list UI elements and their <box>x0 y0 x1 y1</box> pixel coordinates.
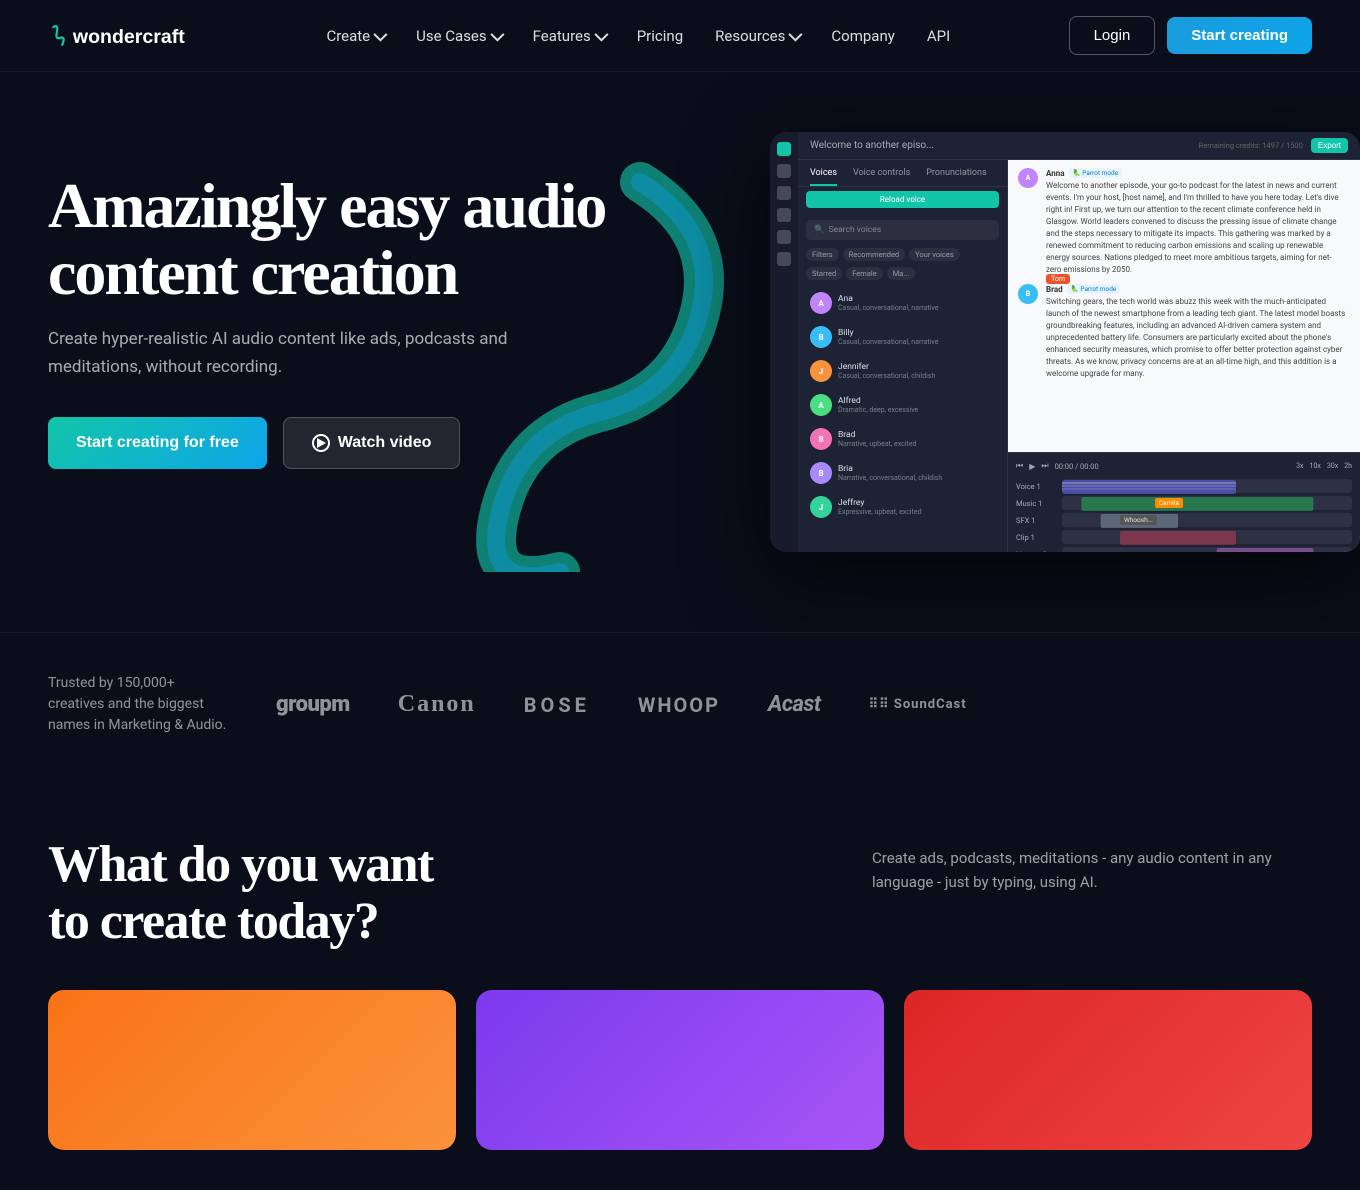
brand-acast: Acast <box>768 692 821 717</box>
brand-bose: BOSE <box>524 693 590 717</box>
voice-item-billy: B Billy Casual, conversational, narrativ… <box>802 321 1003 353</box>
brand-canon: Canon <box>398 691 476 718</box>
screenshot-export-button: Export <box>1311 138 1348 153</box>
hero-content: Amazingly easy audio content creation Cr… <box>48 152 728 469</box>
timeline: ⏮ ▶ ⏭ 00:00 / 00:00 3x 10x 30x 2h <box>1008 452 1360 552</box>
screenshot-topbar: Welcome to another episo... Remaining cr… <box>798 132 1360 160</box>
hero-section: Amazingly easy audio content creation Cr… <box>0 72 1360 632</box>
screenshot-search: 🔍 Search voices <box>806 220 999 240</box>
voice-avatar: B <box>810 462 832 484</box>
screenshot-main: Welcome to another episo... Remaining cr… <box>798 132 1360 552</box>
timeline-controls: ⏮ ▶ ⏭ 00:00 / 00:00 3x 10x 30x 2h <box>1016 457 1352 475</box>
voice-avatar: J <box>810 496 832 518</box>
app-screenshot: Welcome to another episo... Remaining cr… <box>770 132 1360 552</box>
login-button[interactable]: Login <box>1069 16 1156 55</box>
nav-api[interactable]: API <box>913 19 964 53</box>
camila-tag: Camila <box>1155 498 1183 508</box>
nav-features[interactable]: Features <box>519 19 619 53</box>
nav-create[interactable]: Create <box>312 19 398 53</box>
hero-title: Amazingly easy audio content creation <box>48 172 728 306</box>
nav-use-cases[interactable]: Use Cases <box>402 19 515 53</box>
speed-label: 3x <box>1296 462 1303 470</box>
hero-subtitle: Create hyper-realistic AI audio content … <box>48 326 568 380</box>
sfx-track: SFX 1 Whoosh... <box>1016 513 1352 527</box>
voice-item-jennifer: J Jennifer Casual, conversational, child… <box>802 355 1003 387</box>
nav-links: Create Use Cases Features Pricing Resour… <box>312 19 964 53</box>
voice-list-panel: Voices Voice controls Pronunciations Rel… <box>798 160 1008 552</box>
search-icon: 🔍 <box>814 225 825 235</box>
what-card-meditations[interactable] <box>904 990 1312 1150</box>
brand-soundcast: ⠿⠿ SoundCast <box>869 697 967 712</box>
editor-content: A Anna 🦜 Parrot mode Welcome to another … <box>1008 160 1360 452</box>
screenshot-tab-pronunciations: Pronunciations <box>926 164 986 186</box>
clip-track: Clip 1 <box>1016 530 1352 544</box>
what-cards <box>48 990 1312 1150</box>
timeline-tracks: Voice 1 <box>1016 479 1352 552</box>
brand-logos: groupm Canon BOSE WHOOP Acast ⠿⠿ SoundCa… <box>276 691 1312 718</box>
screenshot-body: Voices Voice controls Pronunciations Rel… <box>798 160 1360 552</box>
brand-groupm: groupm <box>276 692 350 717</box>
what-card-podcasts[interactable] <box>476 990 884 1150</box>
nav-pricing[interactable]: Pricing <box>623 19 697 53</box>
voice-item-brad: B Brad Narrative, upbeat, excited <box>802 423 1003 455</box>
what-section: What do you want to create today? Create… <box>0 776 1360 1190</box>
whoosh-tag: Whoosh... <box>1120 515 1157 525</box>
hero-buttons: Start creating for free Watch video <box>48 417 728 469</box>
play-icon <box>312 434 330 452</box>
trusted-text: Trusted by 150,000+ creatives and the bi… <box>48 673 228 736</box>
watch-video-button[interactable]: Watch video <box>283 417 461 469</box>
chevron-down-icon <box>490 27 504 41</box>
chevron-down-icon <box>789 27 803 41</box>
start-creating-nav-button[interactable]: Start creating <box>1167 17 1312 54</box>
play-triangle <box>317 438 326 448</box>
what-title: What do you want to create today? <box>48 836 433 950</box>
filter-chips-row2: Starred Female Ma... <box>798 267 1007 286</box>
nav-actions: Login Start creating <box>1069 16 1312 55</box>
voice-avatar: B <box>810 326 832 348</box>
chevron-down-icon <box>373 27 387 41</box>
screenshot-sidebar <box>770 132 798 552</box>
trusted-section: Trusted by 150,000+ creatives and the bi… <box>0 632 1360 776</box>
speed-label2: 10x <box>1310 462 1321 470</box>
brand-whoop: WHOOP <box>638 693 720 717</box>
voice-avatar: A <box>810 394 832 416</box>
speaker-avatar: A <box>1018 168 1038 188</box>
speaker-block-anna: A Anna 🦜 Parrot mode Welcome to another … <box>1018 168 1350 276</box>
speaker-block-brad: Tom B Brad 🦜 Parrot mode Switching gears… <box>1018 284 1350 380</box>
speaker-avatar: B <box>1018 284 1038 304</box>
speed-label3: 30x <box>1327 462 1338 470</box>
screenshot-reload-btn: Reload voice <box>806 191 999 208</box>
svg-text:wondercraft: wondercraft <box>72 26 185 48</box>
nav-company[interactable]: Company <box>817 19 908 53</box>
voice-avatar: A <box>810 292 832 314</box>
navbar: wondercraft Create Use Cases Features <box>0 0 1360 72</box>
voice-item-bria: B Bria Narrative, conversational, childi… <box>802 457 1003 489</box>
chevron-down-icon <box>594 27 608 41</box>
what-header: What do you want to create today? Create… <box>48 836 1312 950</box>
next-icon: ⏭ <box>1041 461 1048 471</box>
speed-label4: 2h <box>1344 462 1352 470</box>
voice-item-jeffrey: J Jeffrey Expressive, upbeat, excited <box>802 491 1003 523</box>
screenshot-credits: Remaining credits: 1497 / 1500 <box>1199 141 1303 150</box>
voice-avatar: B <box>810 428 832 450</box>
what-description: Create ads, podcasts, meditations - any … <box>872 836 1312 894</box>
music-track: Music 1 Camila <box>1016 496 1352 510</box>
tom-tag: Tom <box>1046 274 1070 284</box>
screenshot-tab-voice-controls: Voice controls <box>853 164 910 186</box>
start-creating-hero-button[interactable]: Start creating for free <box>48 417 267 469</box>
voice-item-alfred: A Alfred Dramatic, deep, excessive <box>802 389 1003 421</box>
recording-track: My recording <box>1016 547 1352 552</box>
prev-icon: ⏮ <box>1016 461 1023 471</box>
voice-item-ana: A Ana Casual, conversational, narrative <box>802 287 1003 319</box>
voice-avatar: J <box>810 360 832 382</box>
screenshot-tab-voices: Voices <box>810 164 837 186</box>
editor-panel: A Anna 🦜 Parrot mode Welcome to another … <box>1008 160 1360 552</box>
filter-chips: Filters Recommended Your voices <box>798 248 1007 267</box>
voice-track: Voice 1 <box>1016 479 1352 493</box>
what-card-ads[interactable] <box>48 990 456 1150</box>
play-icon: ▶ <box>1029 462 1035 471</box>
nav-resources[interactable]: Resources <box>701 19 813 53</box>
logo[interactable]: wondercraft <box>48 20 208 52</box>
screenshot-tabs: Voices Voice controls Pronunciations <box>798 160 1007 187</box>
